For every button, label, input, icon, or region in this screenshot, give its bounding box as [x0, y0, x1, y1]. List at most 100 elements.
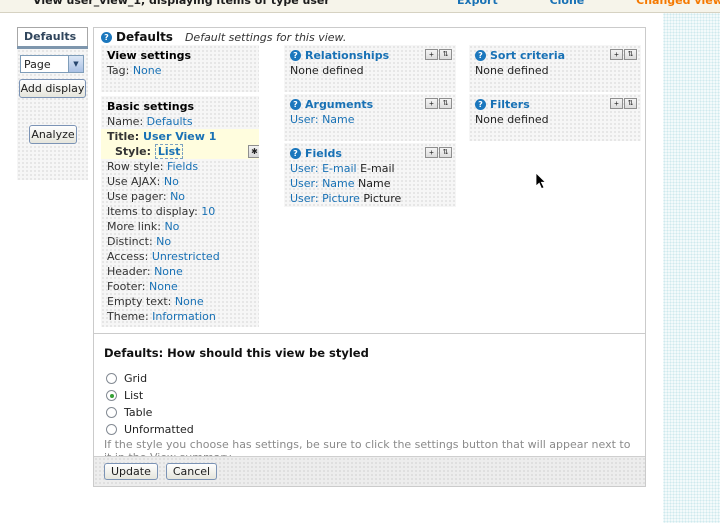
basic-setting-row: Use AJAX: No ✱: [107, 174, 253, 189]
add-icon[interactable]: +: [425, 98, 438, 109]
fields-list: User: E-mail E-mail User: Name Name User…: [290, 161, 450, 206]
radio-button[interactable]: [106, 407, 117, 418]
cancel-button[interactable]: Cancel: [166, 463, 217, 480]
arguments-box: + ⇅ ? Arguments User: Name: [284, 94, 456, 141]
rearrange-icon[interactable]: ⇅: [439, 147, 452, 158]
sort-criteria-box: + ⇅ ? Sort criteria None defined: [469, 45, 641, 92]
setting-label: More link:: [107, 220, 161, 233]
setting-label: Header:: [107, 265, 151, 278]
setting-label: Footer:: [107, 280, 146, 293]
add-icon[interactable]: +: [425, 49, 438, 60]
rearrange-icon[interactable]: ⇅: [439, 98, 452, 109]
setting-label: Use AJAX:: [107, 175, 160, 188]
header-action-link[interactable]: Export: [457, 0, 498, 7]
radio-label: Grid: [124, 372, 147, 385]
setting-value-link[interactable]: No: [156, 235, 171, 248]
style-radio-option[interactable]: Grid: [106, 370, 194, 387]
tag-value-link[interactable]: None: [133, 64, 162, 77]
setting-value-link[interactable]: None: [175, 295, 204, 308]
add-display-button[interactable]: Add display: [19, 79, 86, 98]
gear-icon[interactable]: ✱: [248, 145, 259, 158]
add-icon[interactable]: +: [610, 98, 623, 109]
style-settings-form: Defaults: How should this view be styled…: [93, 333, 646, 487]
view-title: View user_view_1, displaying items of ty…: [33, 0, 330, 7]
add-icon[interactable]: +: [610, 49, 623, 60]
filters-title-link[interactable]: Filters: [490, 97, 530, 112]
setting-label: Title:: [107, 130, 139, 143]
radio-button[interactable]: [106, 424, 117, 435]
setting-label: Row style:: [107, 160, 163, 173]
setting-label: Empty text:: [107, 295, 171, 308]
basic-setting-row: Style: List ✱: [101, 144, 259, 159]
setting-value-link[interactable]: Fields: [167, 160, 198, 173]
radio-button[interactable]: [106, 390, 117, 401]
help-question-icon[interactable]: ?: [475, 50, 486, 61]
chevron-down-icon[interactable]: ▼: [68, 56, 83, 72]
basic-setting-row: Title: User View 1 ✱: [101, 129, 259, 144]
display-type-select[interactable]: Page ▼: [20, 55, 84, 73]
filters-box: + ⇅ ? Filters None defined: [469, 94, 641, 141]
view-summary-panel: ? Defaults Default settings for this vie…: [93, 27, 646, 333]
setting-value-link[interactable]: No: [170, 190, 185, 203]
style-radio-group: Grid List Table Unformatted: [106, 370, 194, 438]
help-question-icon[interactable]: ?: [475, 99, 486, 110]
header-action-link[interactable]: Changed view: [636, 0, 720, 7]
fields-box: + ⇅ ? Fields User: E-mail E-mail User: N…: [284, 143, 456, 207]
help-question-icon[interactable]: ?: [101, 32, 112, 43]
basic-setting-row: Access: Unrestricted ✱: [107, 249, 253, 264]
setting-value-link[interactable]: None: [149, 280, 178, 293]
form-footer: Update Cancel: [94, 456, 645, 486]
sort-criteria-title-link[interactable]: Sort criteria: [490, 48, 565, 63]
setting-label: Theme:: [107, 310, 149, 323]
style-radio-option[interactable]: Table: [106, 404, 194, 421]
radio-label: Table: [124, 406, 152, 419]
help-question-icon[interactable]: ?: [290, 99, 301, 110]
add-icon[interactable]: +: [425, 147, 438, 158]
field-link[interactable]: User: Name: [290, 177, 355, 190]
basic-setting-row: Header: None ✱: [107, 264, 253, 279]
argument-link[interactable]: User: Name: [290, 113, 355, 126]
basic-setting-row: Empty text: None ✱: [107, 294, 253, 309]
tab-defaults[interactable]: Defaults: [17, 27, 88, 46]
basic-setting-row: Use pager: No ✱: [107, 189, 253, 204]
setting-value-link[interactable]: 10: [201, 205, 215, 218]
field-row: User: E-mail E-mail: [290, 161, 450, 176]
header-links: Export Clone Changed view: [457, 0, 720, 7]
radio-button[interactable]: [106, 373, 117, 384]
radio-label: List: [124, 389, 143, 402]
style-radio-option[interactable]: Unformatted: [106, 421, 194, 438]
tag-setting-row: Tag: None: [107, 63, 253, 78]
analyze-button[interactable]: Analyze: [29, 125, 77, 144]
rearrange-icon[interactable]: ⇅: [624, 98, 637, 109]
field-link[interactable]: User: Picture: [290, 192, 360, 205]
help-question-icon[interactable]: ?: [290, 148, 301, 159]
page-header-bar: View user_view_1, displaying items of ty…: [0, 0, 720, 13]
fields-title-link[interactable]: Fields: [305, 146, 342, 161]
relationships-box: + ⇅ ? Relationships None defined: [284, 45, 456, 92]
arguments-title-link[interactable]: Arguments: [305, 97, 373, 112]
setting-value-link[interactable]: No: [164, 175, 179, 188]
setting-value-link[interactable]: List: [155, 144, 184, 159]
rearrange-icon[interactable]: ⇅: [624, 49, 637, 60]
setting-value-link[interactable]: No: [164, 220, 179, 233]
setting-value-link[interactable]: None: [154, 265, 183, 278]
basic-settings-title: Basic settings: [107, 99, 253, 114]
setting-value-link[interactable]: Information: [152, 310, 216, 323]
style-form-title: Defaults: How should this view be styled: [104, 346, 369, 360]
field-link[interactable]: User: E-mail: [290, 162, 357, 175]
header-action-link[interactable]: Clone: [550, 0, 585, 7]
sort-criteria-empty: None defined: [475, 63, 635, 78]
summary-title: Defaults: [116, 30, 173, 44]
setting-label: Items to display:: [107, 205, 198, 218]
update-button[interactable]: Update: [104, 463, 158, 480]
basic-setting-row: Theme: Information ✱: [107, 309, 253, 324]
help-question-icon[interactable]: ?: [290, 50, 301, 61]
basic-settings-box: Basic settings Name: Defaults ✱ Title: U…: [101, 96, 259, 327]
rearrange-icon[interactable]: ⇅: [439, 49, 452, 60]
setting-value-link[interactable]: Unrestricted: [152, 250, 220, 263]
setting-value-link[interactable]: Defaults: [147, 115, 193, 128]
relationships-title-link[interactable]: Relationships: [305, 48, 389, 63]
setting-label: Tag:: [107, 64, 129, 77]
style-radio-option[interactable]: List: [106, 387, 194, 404]
setting-value-link[interactable]: User View 1: [143, 130, 216, 143]
